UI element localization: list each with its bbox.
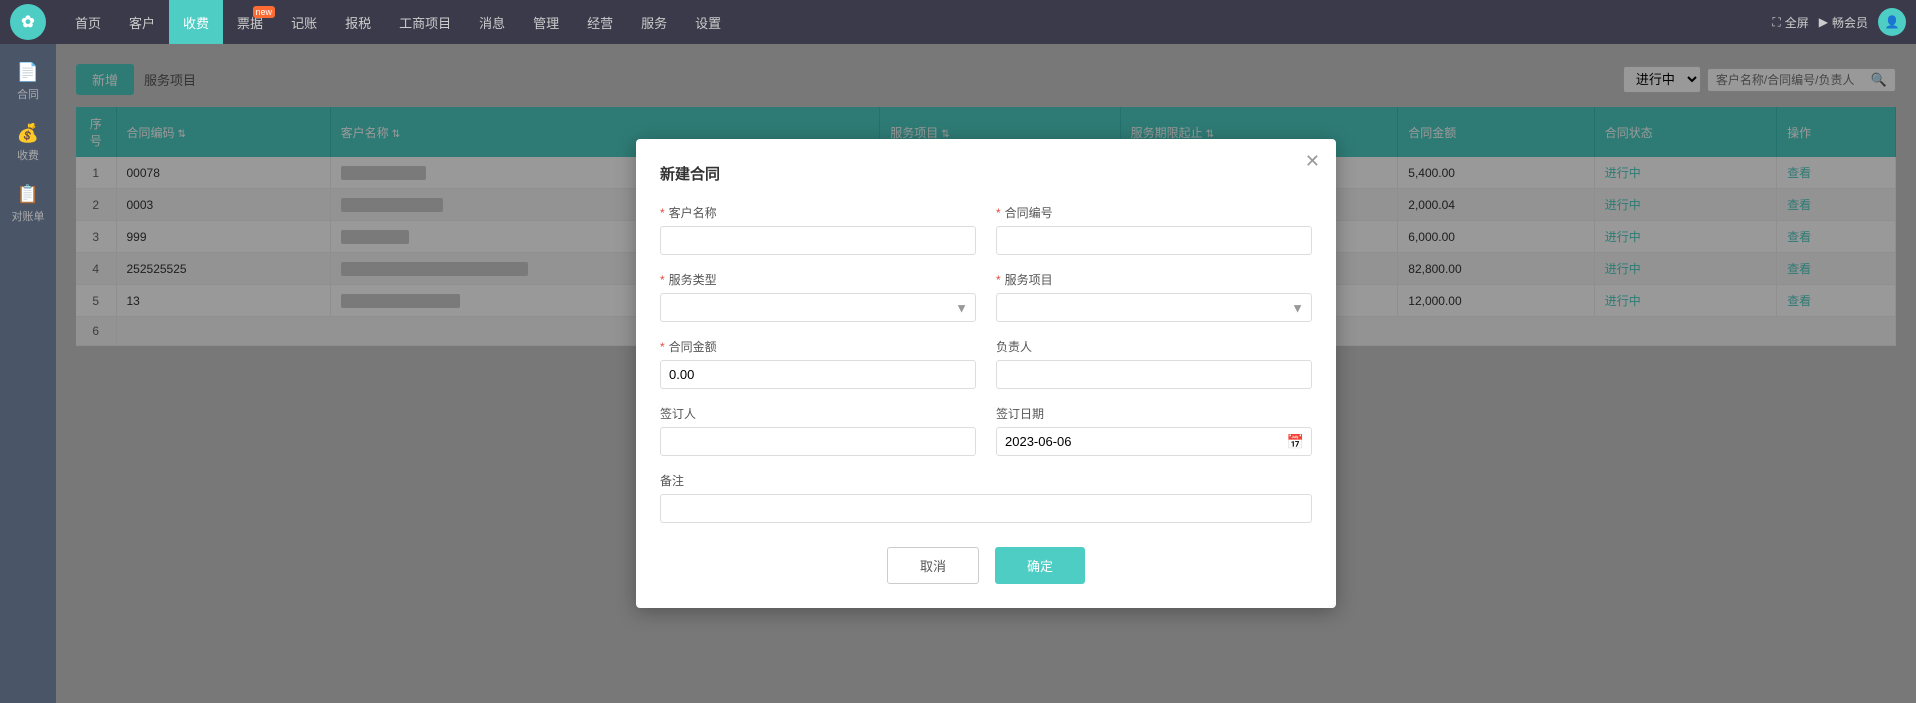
form-field-signer: 签订人 bbox=[660, 405, 976, 456]
signer-input[interactable] bbox=[660, 427, 976, 456]
service-item-label: * 服务项目 bbox=[996, 271, 1312, 288]
service-type-select[interactable] bbox=[660, 293, 976, 322]
nav-invoice[interactable]: 票据 new bbox=[223, 0, 277, 44]
nav-manage[interactable]: 管理 bbox=[519, 0, 573, 44]
form-field-service-type: * 服务类型 ▼ bbox=[660, 271, 976, 322]
amount-input[interactable] bbox=[660, 360, 976, 389]
app-logo: ✿ bbox=[10, 4, 46, 40]
fullscreen-button[interactable]: ⛶ 全屏 bbox=[1772, 14, 1808, 31]
nav-operation[interactable]: 经营 bbox=[573, 0, 627, 44]
sidebar-item-statement[interactable]: 📋 对账单 bbox=[3, 176, 53, 232]
service-type-wrapper: ▼ bbox=[660, 293, 976, 322]
form-field-service-item: * 服务项目 ▼ bbox=[996, 271, 1312, 322]
top-nav: ✿ 首页 客户 收费 票据 new 记账 报税 工商项目 消息 管理 bbox=[0, 0, 1916, 44]
nav-home[interactable]: 首页 bbox=[61, 0, 115, 44]
confirm-button[interactable]: 确定 bbox=[995, 547, 1085, 584]
modal-title: 新建合同 bbox=[660, 163, 1312, 184]
charge-icon: 💰 bbox=[17, 123, 39, 144]
sidebar: 📄 合同 💰 收费 📋 对账单 bbox=[0, 44, 56, 703]
amount-label: * 合同金额 bbox=[660, 338, 976, 355]
notes-label: 备注 bbox=[660, 472, 1312, 489]
service-item-select[interactable] bbox=[996, 293, 1312, 322]
nav-right: ⛶ 全屏 ▶ 畅会员 👤 bbox=[1772, 8, 1906, 36]
modal-close-button[interactable]: ✕ bbox=[1305, 151, 1320, 172]
responsible-input[interactable] bbox=[996, 360, 1312, 389]
modal-new-contract: ✕ 新建合同 * 客户名称 * 合同编号 bbox=[636, 139, 1336, 608]
form-field-client: * 客户名称 bbox=[660, 204, 976, 255]
main-layout: 📄 合同 💰 收费 📋 对账单 新增 服务项目 进行中 已完成 已终止 bbox=[0, 44, 1916, 703]
new-badge: new bbox=[253, 6, 276, 18]
nav-items: 首页 客户 收费 票据 new 记账 报税 工商项目 消息 管理 经营 bbox=[61, 0, 1772, 44]
service-item-wrapper: ▼ bbox=[996, 293, 1312, 322]
signer-label: 签订人 bbox=[660, 405, 976, 422]
service-type-label: * 服务类型 bbox=[660, 271, 976, 288]
nav-tax[interactable]: 报税 bbox=[331, 0, 385, 44]
client-name-input[interactable] bbox=[660, 226, 976, 255]
form-field-contract-no: * 合同编号 bbox=[996, 204, 1312, 255]
client-name-label: * 客户名称 bbox=[660, 204, 976, 221]
responsible-label: 负责人 bbox=[996, 338, 1312, 355]
cancel-button[interactable]: 取消 bbox=[887, 547, 979, 584]
avatar[interactable]: 👤 bbox=[1878, 8, 1906, 36]
form-field-amount: * 合同金额 bbox=[660, 338, 976, 389]
play-icon: ▶ bbox=[1819, 15, 1828, 29]
form-field-sign-date: 签订日期 📅 bbox=[996, 405, 1312, 456]
fullscreen-icon: ⛶ bbox=[1772, 15, 1780, 30]
nav-messages[interactable]: 消息 bbox=[465, 0, 519, 44]
nav-bookkeeping[interactable]: 记账 bbox=[277, 0, 331, 44]
nav-service[interactable]: 服务 bbox=[627, 0, 681, 44]
form-field-notes: 备注 bbox=[660, 472, 1312, 523]
contract-no-input[interactable] bbox=[996, 226, 1312, 255]
nav-business[interactable]: 工商项目 bbox=[385, 0, 465, 44]
contract-icon: 📄 bbox=[17, 62, 39, 83]
contract-no-label: * 合同编号 bbox=[996, 204, 1312, 221]
sign-date-wrapper: 📅 bbox=[996, 427, 1312, 456]
nav-charge[interactable]: 收费 bbox=[169, 0, 223, 44]
modal-overlay: ✕ 新建合同 * 客户名称 * 合同编号 bbox=[56, 44, 1916, 703]
modal-footer: 取消 确定 bbox=[660, 547, 1312, 584]
form-field-responsible: 负责人 bbox=[996, 338, 1312, 389]
member-button[interactable]: ▶ 畅会员 bbox=[1819, 14, 1868, 31]
form-grid: * 客户名称 * 合同编号 bbox=[660, 204, 1312, 523]
sidebar-item-charge[interactable]: 💰 收费 bbox=[3, 115, 53, 171]
nav-settings[interactable]: 设置 bbox=[681, 0, 735, 44]
content-area: 新增 服务项目 进行中 已完成 已终止 🔍 序号 合同编码⇅ bbox=[56, 44, 1916, 703]
sidebar-item-contract[interactable]: 📄 合同 bbox=[3, 54, 53, 110]
sign-date-input[interactable] bbox=[996, 427, 1312, 456]
statement-icon: 📋 bbox=[17, 184, 39, 205]
sign-date-label: 签订日期 bbox=[996, 405, 1312, 422]
notes-input[interactable] bbox=[660, 494, 1312, 523]
nav-client[interactable]: 客户 bbox=[115, 0, 169, 44]
